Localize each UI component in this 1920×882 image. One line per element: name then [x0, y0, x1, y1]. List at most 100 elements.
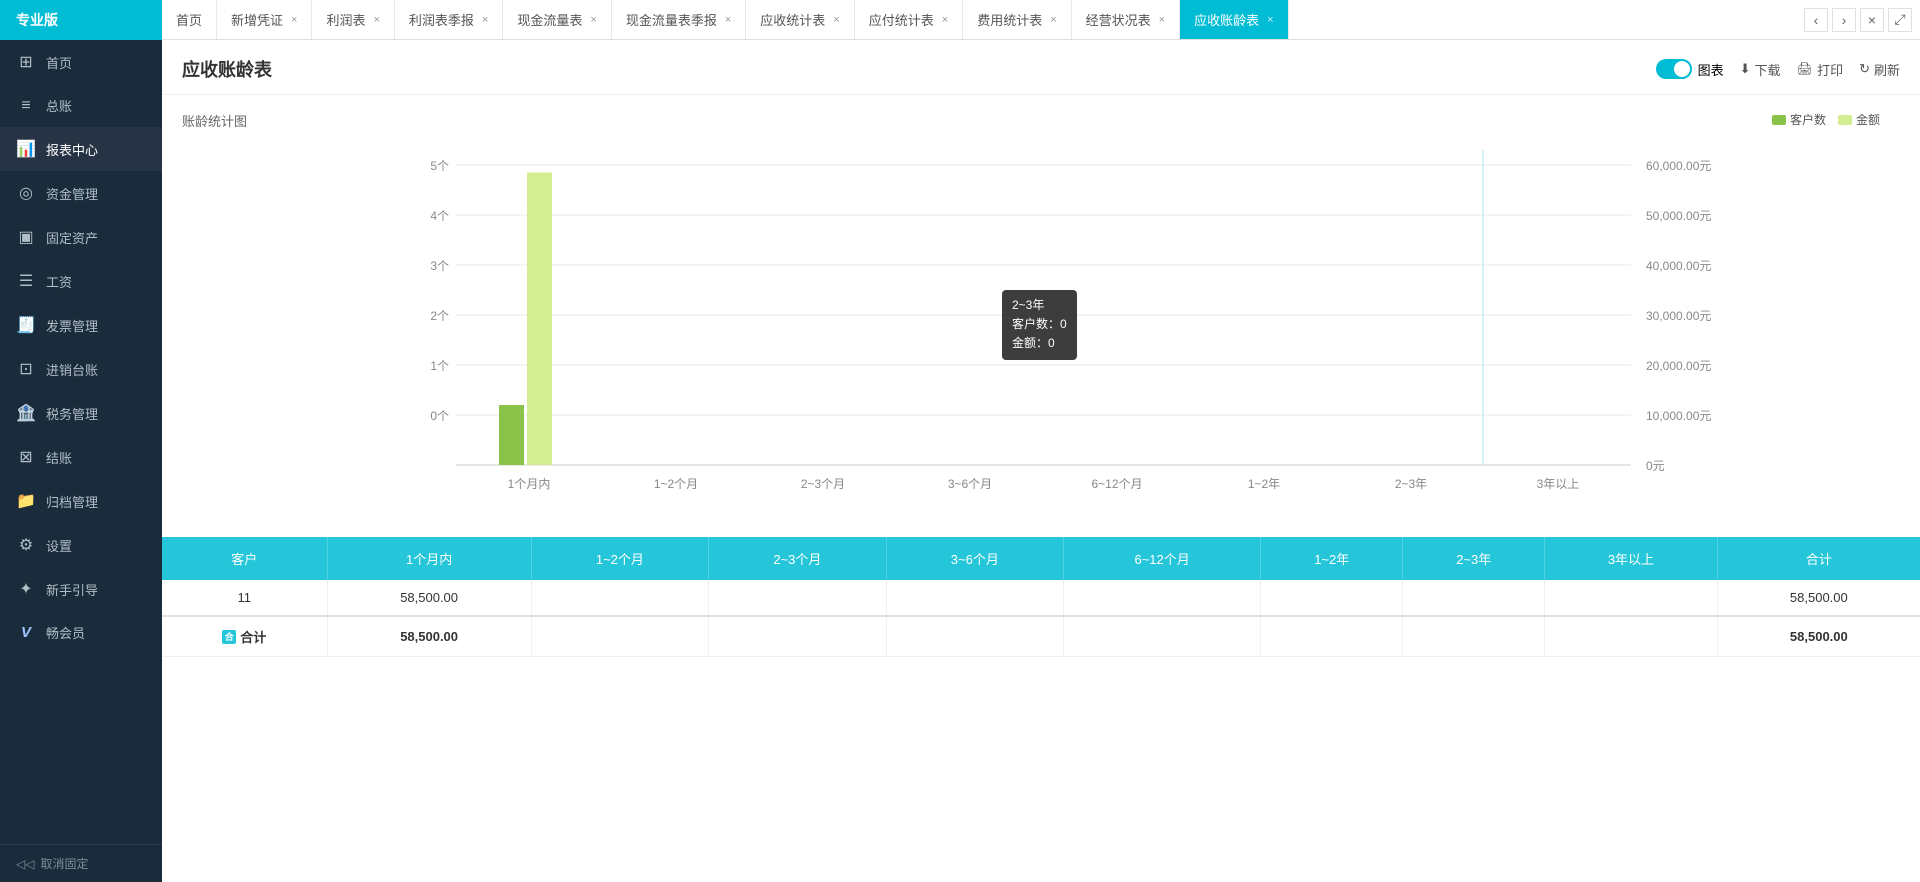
tab-cashflow[interactable]: 现金流量表 ×: [503, 0, 611, 39]
tab-profit-quarter[interactable]: 利润表季报 ×: [395, 0, 503, 39]
sidebar-item-home-label: 首页: [46, 53, 72, 72]
tab-next-btn[interactable]: ›: [1832, 8, 1856, 32]
total-m36: [886, 616, 1063, 657]
sidebar-item-archive[interactable]: 📁 归档管理: [0, 479, 162, 523]
svg-text:4个: 4个: [430, 209, 449, 223]
toggle-thumb: [1674, 61, 1690, 77]
cell-m1: 58,500.00: [327, 580, 531, 616]
sidebar-item-salary[interactable]: ☰ 工资: [0, 259, 162, 303]
refresh-btn[interactable]: ↻ 刷新: [1859, 60, 1900, 79]
refresh-icon: ↻: [1859, 61, 1870, 77]
cell-m36: [886, 580, 1063, 616]
legend-amount-color: [1838, 115, 1852, 125]
total-y3plus: [1545, 616, 1717, 657]
tab-payable-stat-close[interactable]: ×: [942, 14, 948, 26]
pin-icon: ◁◁: [16, 857, 34, 871]
download-btn[interactable]: ⬇ 下载: [1740, 60, 1781, 79]
legend-customer-color: [1772, 115, 1786, 125]
tab-profit-quarter-close[interactable]: ×: [482, 14, 488, 26]
tab-voucher-close[interactable]: ×: [291, 14, 297, 26]
sidebar-item-report[interactable]: 📊 报表中心: [0, 127, 162, 171]
svg-text:3个: 3个: [430, 259, 449, 273]
tab-receivable-stat[interactable]: 应收统计表 ×: [746, 0, 854, 39]
chart-toggle[interactable]: 图表: [1656, 59, 1724, 79]
tab-close-all-btn[interactable]: ×: [1860, 8, 1884, 32]
sidebar-item-tax-label: 税务管理: [46, 404, 98, 423]
svg-text:0元: 0元: [1646, 459, 1665, 473]
svg-text:1~2年: 1~2年: [1248, 477, 1280, 491]
col-m1: 1个月内: [327, 537, 531, 580]
col-y12: 1~2年: [1261, 537, 1403, 580]
tab-profit-quarter-label: 利润表季报: [409, 10, 474, 29]
tab-profit-close[interactable]: ×: [373, 14, 379, 26]
total-total: 58,500.00: [1717, 616, 1920, 657]
tab-aging-close[interactable]: ×: [1267, 14, 1273, 26]
chart-svg: 5个 4个 3个 2个 1个 0个 60,000.00元 50,000.00元 …: [182, 140, 1900, 510]
sidebar-item-settle[interactable]: ⊠ 结账: [0, 435, 162, 479]
print-btn[interactable]: 🖨 打印: [1797, 60, 1844, 79]
tab-payable-stat-label: 应付统计表: [869, 10, 934, 29]
sidebar-item-assets[interactable]: ▣ 固定资产: [0, 215, 162, 259]
tab-receivable-stat-close[interactable]: ×: [833, 14, 839, 26]
print-icon: 🖨: [1797, 61, 1814, 77]
svg-text:50,000.00元: 50,000.00元: [1646, 209, 1711, 223]
ledger-icon: ≡: [16, 97, 36, 115]
tab-aging[interactable]: 应收账龄表 ×: [1180, 0, 1288, 39]
sidebar-item-stock[interactable]: ⊡ 进销台账: [0, 347, 162, 391]
legend-amount: 金额: [1838, 111, 1880, 128]
toggle-track[interactable]: [1656, 59, 1692, 79]
tab-voucher[interactable]: 新增凭证 ×: [217, 0, 312, 39]
tab-prev-btn[interactable]: ‹: [1804, 8, 1828, 32]
sidebar-item-tax[interactable]: 🏦 税务管理: [0, 391, 162, 435]
sidebar-item-report-label: 报表中心: [46, 140, 98, 159]
member-icon: V: [16, 624, 36, 641]
sidebar-item-guide[interactable]: ✦ 新手引导: [0, 567, 162, 611]
sidebar-item-ledger-label: 总账: [46, 96, 72, 115]
aging-table: 客户 1个月内 1~2个月 2~3个月 3~6个月 6~12个月 1~2年 2~…: [162, 537, 1920, 657]
col-total: 合计: [1717, 537, 1920, 580]
chart-title: 账龄统计图: [182, 111, 1900, 130]
sidebar-item-settle-label: 结账: [46, 448, 72, 467]
tax-icon: 🏦: [16, 403, 36, 423]
home-icon: ⊞: [16, 52, 36, 72]
toggle-pin-label: 取消固定: [40, 855, 88, 872]
tab-aging-label: 应收账龄表: [1194, 10, 1259, 29]
stock-icon: ⊡: [16, 359, 36, 379]
archive-icon: 📁: [16, 491, 36, 511]
invoice-icon: 🧾: [16, 315, 36, 335]
chart-svg-wrap: 5个 4个 3个 2个 1个 0个 60,000.00元 50,000.00元 …: [182, 140, 1900, 513]
tab-expense-stat-close[interactable]: ×: [1050, 14, 1056, 26]
sidebar-item-capital[interactable]: ◎ 资金管理: [0, 171, 162, 215]
sidebar-item-ledger[interactable]: ≡ 总账: [0, 84, 162, 127]
tab-maximize-btn[interactable]: ⤢: [1888, 8, 1912, 32]
tab-home[interactable]: 首页: [162, 0, 217, 39]
cell-y12: [1261, 580, 1403, 616]
col-customer: 客户: [162, 537, 327, 580]
sidebar-item-settings[interactable]: ⚙ 设置: [0, 523, 162, 567]
tab-cashflow-close[interactable]: ×: [590, 14, 596, 26]
tab-business-stat-close[interactable]: ×: [1159, 14, 1165, 26]
sidebar-item-member[interactable]: V 畅会员: [0, 611, 162, 654]
sidebar-item-stock-label: 进销台账: [46, 360, 98, 379]
svg-text:10,000.00元: 10,000.00元: [1646, 409, 1711, 423]
sidebar-item-invoice[interactable]: 🧾 发票管理: [0, 303, 162, 347]
tab-business-stat[interactable]: 经营状况表 ×: [1072, 0, 1180, 39]
sidebar-item-guide-label: 新手引导: [46, 580, 98, 599]
tab-cashflow-quarter-close[interactable]: ×: [725, 14, 731, 26]
svg-text:2~3年: 2~3年: [1395, 477, 1427, 491]
tab-expense-stat[interactable]: 费用统计表 ×: [963, 0, 1071, 39]
tab-cashflow-quarter[interactable]: 现金流量表季报 ×: [612, 0, 746, 39]
total-label-wrapper: 合 合计: [170, 627, 319, 646]
cell-customer: 11: [162, 580, 327, 616]
total-m12: [531, 616, 708, 657]
tab-profit[interactable]: 利润表 ×: [312, 0, 394, 39]
settings-icon: ⚙: [16, 535, 36, 555]
bar-amount-1: [527, 173, 552, 466]
capital-icon: ◎: [16, 183, 36, 203]
tab-nav-btns: ‹ › × ⤢: [1796, 8, 1920, 32]
toggle-pin-btn[interactable]: ◁◁ 取消固定: [0, 844, 162, 882]
tab-payable-stat[interactable]: 应付统计表 ×: [855, 0, 963, 39]
svg-text:2~3个月: 2~3个月: [801, 477, 845, 491]
tab-profit-label: 利润表: [326, 10, 365, 29]
sidebar-item-home[interactable]: ⊞ 首页: [0, 40, 162, 84]
